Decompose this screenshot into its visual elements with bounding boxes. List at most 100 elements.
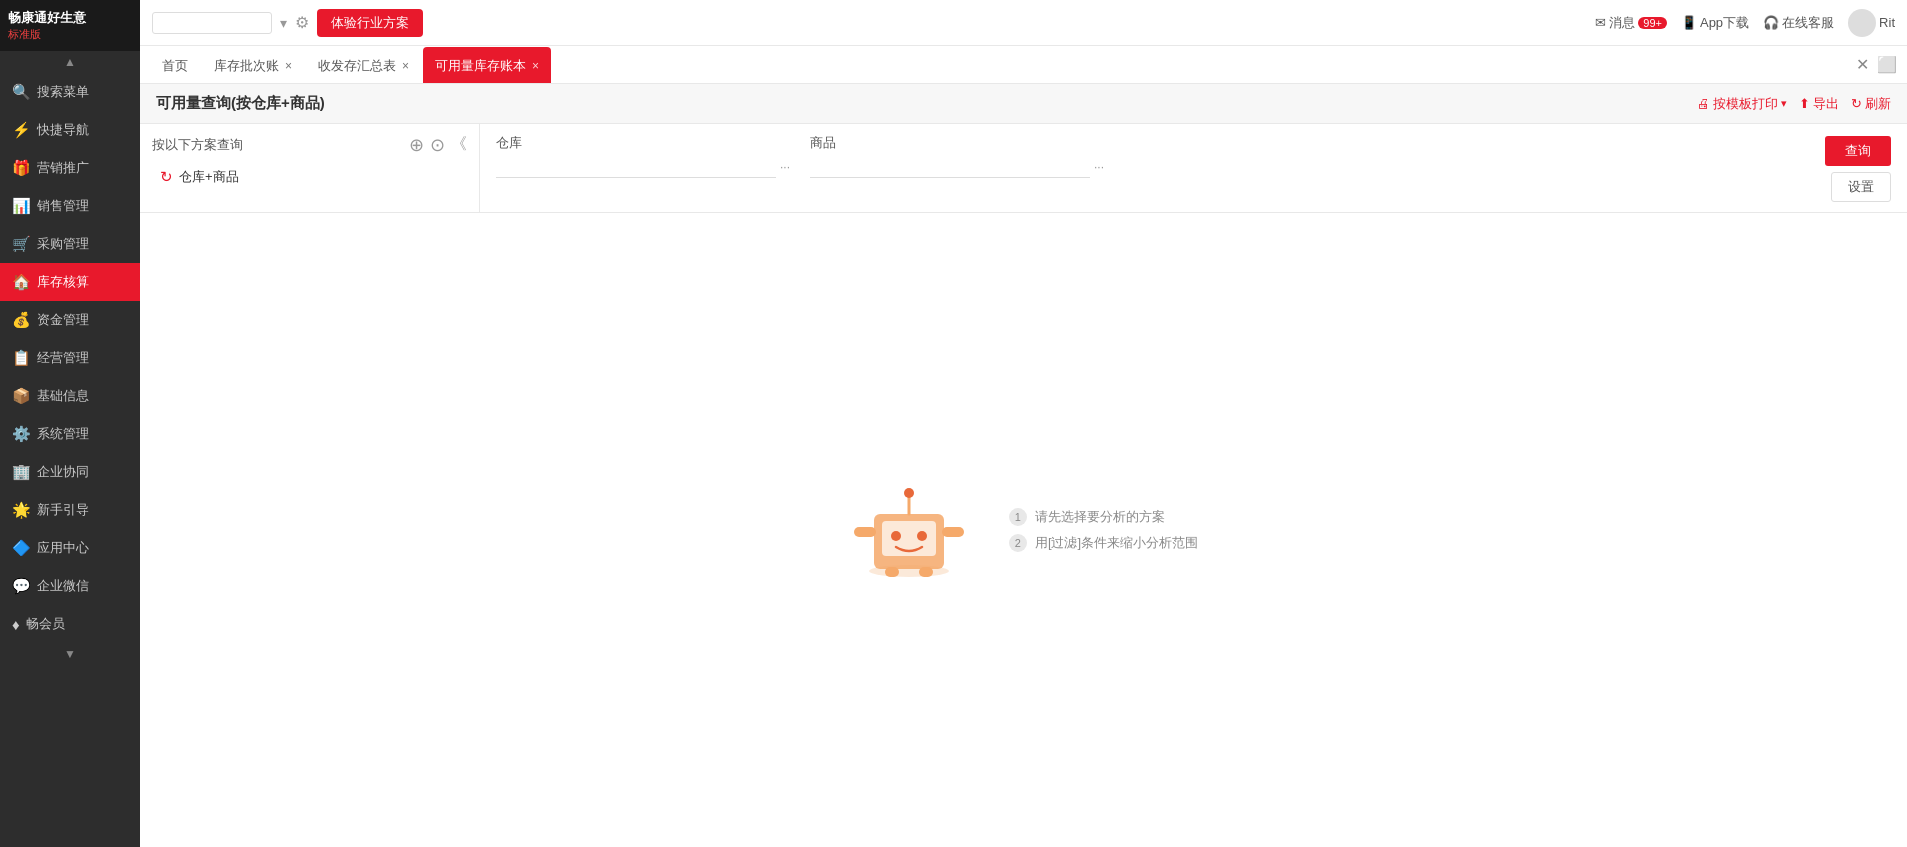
- hint-row-2: 2 用[过滤]条件来缩小分析范围: [1009, 530, 1198, 556]
- chevron-down-icon[interactable]: ▾: [280, 15, 287, 31]
- sidebar-scroll-down[interactable]: ▼: [0, 643, 140, 665]
- tab-home-label: 首页: [162, 57, 188, 75]
- export-button[interactable]: ⬆ 导出: [1799, 95, 1839, 113]
- query-button[interactable]: 查询: [1825, 136, 1891, 166]
- svg-point-6: [904, 488, 914, 498]
- goods-more-icon[interactable]: ···: [1094, 160, 1104, 174]
- chart-icon: 📊: [12, 197, 31, 215]
- print-button[interactable]: 🖨 按模板打印 ▾: [1697, 95, 1787, 113]
- sidebar-item-inventory[interactable]: 🏠 库存核算: [0, 263, 140, 301]
- app-download-button[interactable]: 📱 App下载: [1681, 14, 1749, 32]
- tab-batch[interactable]: 库存批次账 ×: [202, 47, 304, 83]
- maximize-icon[interactable]: ⬜: [1877, 55, 1897, 74]
- search-icon: 🔍: [12, 83, 31, 101]
- export-icon: ⬆: [1799, 96, 1810, 111]
- tab-summary[interactable]: 收发存汇总表 ×: [306, 47, 421, 83]
- user-menu[interactable]: Rit: [1848, 9, 1895, 37]
- tab-available[interactable]: 可用量库存账本 ×: [423, 47, 551, 83]
- tab-home[interactable]: 首页: [150, 47, 200, 83]
- add-scheme-icon[interactable]: ⊕: [409, 134, 424, 156]
- tab-bar: 首页 库存批次账 × 收发存汇总表 × 可用量库存账本 × ✕ ⬜: [140, 46, 1907, 84]
- query-scheme-label: 按以下方案查询: [152, 136, 243, 154]
- sidebar-item-wechat[interactable]: 💬 企业微信: [0, 567, 140, 605]
- goods-field: 商品 ···: [810, 134, 1104, 178]
- sidebar-item-member[interactable]: ♦ 畅会员: [0, 605, 140, 643]
- customer-service-label: 在线客服: [1782, 14, 1834, 32]
- message-icon: ✉: [1595, 15, 1606, 30]
- sidebar-item-label: 库存核算: [37, 273, 89, 291]
- sidebar-item-system[interactable]: ⚙️ 系统管理: [0, 415, 140, 453]
- app-download-label: App下载: [1700, 14, 1749, 32]
- wechat-icon: 💬: [12, 577, 31, 595]
- topbar: ▾ ⚙ 体验行业方案 ✉ 消息 99+ 📱 App下载 🎧 在线客服 Rit: [140, 0, 1907, 46]
- newbie-icon: 🌟: [12, 501, 31, 519]
- sidebar-scroll-up[interactable]: ▲: [0, 51, 140, 73]
- settings-button[interactable]: 设置: [1831, 172, 1891, 202]
- svg-rect-9: [885, 567, 899, 577]
- settings-scheme-icon[interactable]: ⊙: [430, 134, 445, 156]
- scheme-refresh-icon: ↻: [160, 168, 173, 186]
- shortcut-icon: ⚡: [12, 121, 31, 139]
- query-right-panel: 仓库 ··· 商品 ··· 查询 设置: [480, 124, 1907, 212]
- sidebar-item-shortcut[interactable]: ⚡ 快捷导航: [0, 111, 140, 149]
- sidebar-item-label: 经营管理: [37, 349, 89, 367]
- tab-batch-label: 库存批次账: [214, 57, 279, 75]
- window-controls: ✕ ⬜: [1856, 55, 1897, 74]
- sidebar: 畅康通好生意 标准版 ▲ 🔍 搜索菜单 ⚡ 快捷导航 🎁 营销推广 📊 销售管理…: [0, 0, 140, 847]
- search-input[interactable]: [152, 12, 272, 34]
- refresh-icon: ↻: [1851, 96, 1862, 111]
- sidebar-item-newbie[interactable]: 🌟 新手引导: [0, 491, 140, 529]
- sidebar-item-basic[interactable]: 📦 基础信息: [0, 377, 140, 415]
- gear-icon[interactable]: ⚙: [295, 13, 309, 32]
- warehouse-more-icon[interactable]: ···: [780, 160, 790, 174]
- content-area: 1 请先选择要分析的方案 2 用[过滤]条件来缩小分析范围: [140, 213, 1907, 847]
- page-header: 可用量查询(按仓库+商品) 🖨 按模板打印 ▾ ⬆ 导出 ↻ 刷新: [140, 84, 1907, 124]
- warehouse-input[interactable]: [496, 156, 776, 178]
- sidebar-item-label: 新手引导: [37, 501, 89, 519]
- tab-summary-close[interactable]: ×: [402, 59, 409, 73]
- refresh-button[interactable]: ↻ 刷新: [1851, 95, 1891, 113]
- sidebar-item-label: 营销推广: [37, 159, 89, 177]
- hint-num-1: 1: [1009, 508, 1027, 526]
- sidebar-item-operation[interactable]: 📋 经营管理: [0, 339, 140, 377]
- close-window-icon[interactable]: ✕: [1856, 55, 1869, 74]
- scheme-item[interactable]: ↻ 仓库+商品: [152, 164, 467, 190]
- phone-icon: 📱: [1681, 15, 1697, 30]
- tab-available-label: 可用量库存账本: [435, 57, 526, 75]
- sidebar-item-finance[interactable]: 💰 资金管理: [0, 301, 140, 339]
- sidebar-item-label: 企业协同: [37, 463, 89, 481]
- app-name: 畅康通好生意: [8, 10, 132, 27]
- print-label: 按模板打印: [1713, 95, 1778, 113]
- sidebar-item-search[interactable]: 🔍 搜索菜单: [0, 73, 140, 111]
- sidebar-item-purchase[interactable]: 🛒 采购管理: [0, 225, 140, 263]
- basic-icon: 📦: [12, 387, 31, 405]
- page-title: 可用量查询(按仓库+商品): [156, 94, 325, 113]
- query-area: 按以下方案查询 ⊕ ⊙ 《 ↻ 仓库+商品 仓库 ···: [140, 124, 1907, 213]
- home-icon: 🏠: [12, 273, 31, 291]
- trial-button[interactable]: 体验行业方案: [317, 9, 423, 37]
- scheme-actions: ⊕ ⊙ 《: [409, 134, 467, 156]
- sidebar-item-label: 系统管理: [37, 425, 89, 443]
- query-action-buttons: 查询 设置: [1825, 134, 1891, 202]
- empty-hints: 1 请先选择要分析的方案 2 用[过滤]条件来缩小分析范围: [1009, 504, 1198, 556]
- tab-batch-close[interactable]: ×: [285, 59, 292, 73]
- tab-available-close[interactable]: ×: [532, 59, 539, 73]
- svg-point-4: [917, 531, 927, 541]
- sidebar-item-appstore[interactable]: 🔷 应用中心: [0, 529, 140, 567]
- message-badge: 99+: [1638, 17, 1667, 29]
- sidebar-item-sales[interactable]: 📊 销售管理: [0, 187, 140, 225]
- sidebar-item-enterprise[interactable]: 🏢 企业协同: [0, 453, 140, 491]
- app-sub: 标准版: [8, 27, 132, 41]
- warehouse-field: 仓库 ···: [496, 134, 790, 178]
- refresh-label: 刷新: [1865, 95, 1891, 113]
- message-button[interactable]: ✉ 消息 99+: [1595, 14, 1667, 32]
- goods-input[interactable]: [810, 156, 1090, 178]
- sidebar-item-marketing[interactable]: 🎁 营销推广: [0, 149, 140, 187]
- sidebar-item-label: 企业微信: [37, 577, 89, 595]
- collapse-icon[interactable]: 《: [451, 134, 467, 156]
- sidebar-item-label: 销售管理: [37, 197, 89, 215]
- query-scheme-header: 按以下方案查询 ⊕ ⊙ 《: [152, 134, 467, 156]
- hint-text-1: 请先选择要分析的方案: [1035, 504, 1165, 530]
- avatar: [1848, 9, 1876, 37]
- customer-service-button[interactable]: 🎧 在线客服: [1763, 14, 1834, 32]
